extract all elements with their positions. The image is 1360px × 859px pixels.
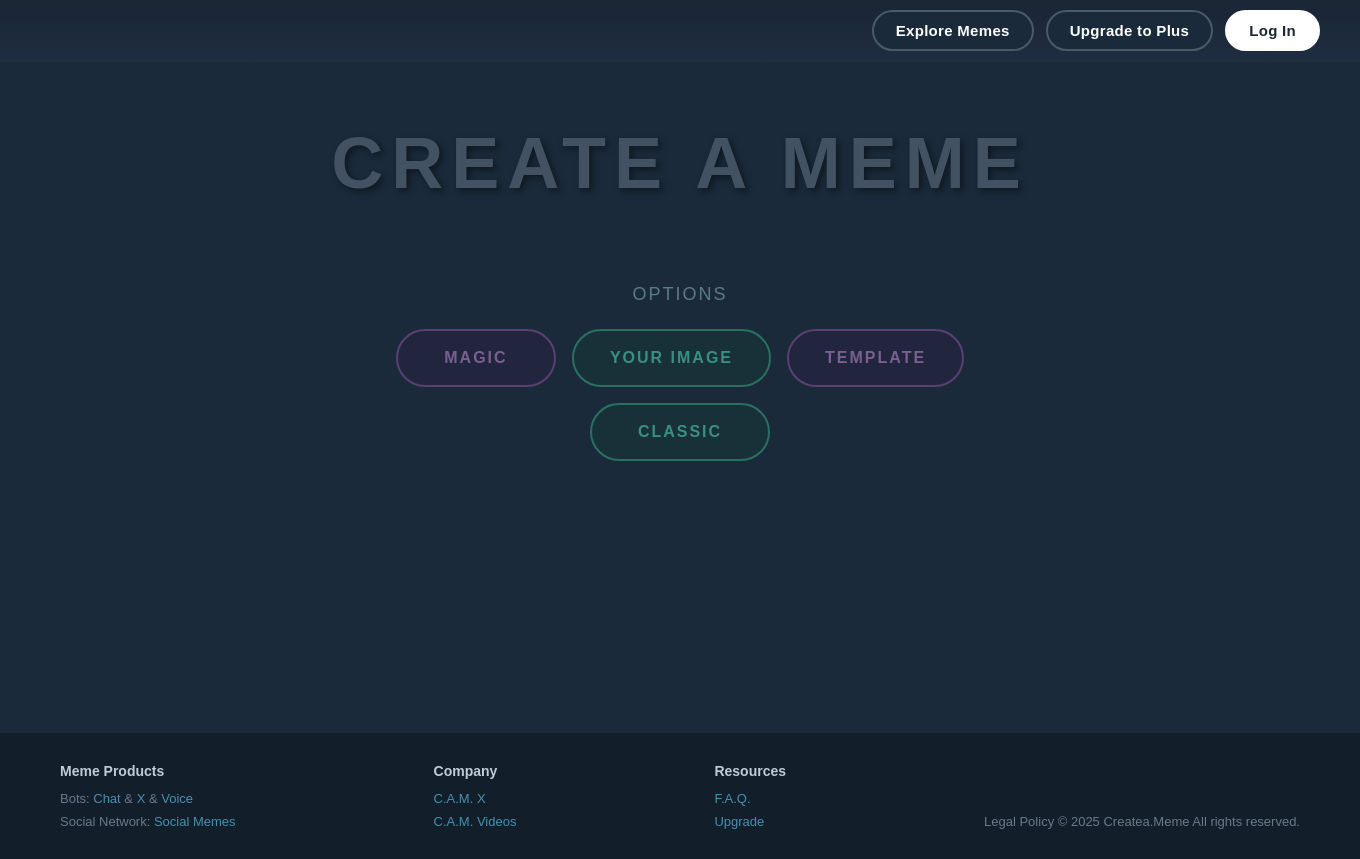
page-title: CREATE A MEME — [331, 122, 1028, 204]
footer: Meme Products Bots: Chat & X & Voice Soc… — [0, 733, 1360, 859]
meme-options-row-2: CLASSIC — [590, 403, 770, 461]
bots-chat-link[interactable]: Chat — [93, 791, 120, 806]
faq-link[interactable]: F.A.Q. — [714, 791, 786, 806]
footer-bots: Bots: Chat & X & Voice — [60, 791, 236, 806]
footer-products-title: Meme Products — [60, 763, 236, 779]
explore-memes-button[interactable]: Explore Memes — [872, 10, 1034, 51]
cam-videos-link[interactable]: C.A.M. Videos — [434, 814, 517, 829]
upgrade-to-plus-button[interactable]: Upgrade to Plus — [1046, 10, 1214, 51]
meme-options: MAGIC YOUR IMAGE TEMPLATE CLASSIC — [396, 329, 964, 461]
bots-and2: & — [149, 791, 161, 806]
bots-prefix: Bots: — [60, 791, 90, 806]
cam-x-link[interactable]: C.A.M. X — [434, 791, 517, 806]
footer-resources-title: Resources — [714, 763, 786, 779]
header: Explore Memes Upgrade to Plus Log In — [0, 0, 1360, 62]
meme-options-row-1: MAGIC YOUR IMAGE TEMPLATE — [396, 329, 964, 387]
magic-button[interactable]: MAGIC — [396, 329, 556, 387]
footer-network: Social Network: Social Memes — [60, 814, 236, 829]
template-button[interactable]: TEMPLATE — [787, 329, 964, 387]
footer-resources: Resources F.A.Q. Upgrade — [714, 763, 786, 829]
footer-products: Meme Products Bots: Chat & X & Voice Soc… — [60, 763, 236, 829]
upgrade-link[interactable]: Upgrade — [714, 814, 786, 829]
options-label: OPTIONS — [632, 284, 727, 305]
footer-company-title: Company — [434, 763, 517, 779]
classic-button[interactable]: CLASSIC — [590, 403, 770, 461]
footer-legal: Legal Policy © 2025 Createa.Meme All rig… — [984, 814, 1300, 829]
network-prefix: Social Network: — [60, 814, 150, 829]
bots-and1: & — [124, 791, 136, 806]
bots-voice-link[interactable]: Voice — [161, 791, 193, 806]
main-content: CREATE A MEME OPTIONS MAGIC YOUR IMAGE T… — [0, 62, 1360, 733]
your-image-button[interactable]: YOUR IMAGE — [572, 329, 771, 387]
footer-company: Company C.A.M. X C.A.M. Videos — [434, 763, 517, 829]
login-button[interactable]: Log In — [1225, 10, 1320, 51]
social-memes-link[interactable]: Social Memes — [154, 814, 236, 829]
bots-x-link[interactable]: X — [137, 791, 146, 806]
